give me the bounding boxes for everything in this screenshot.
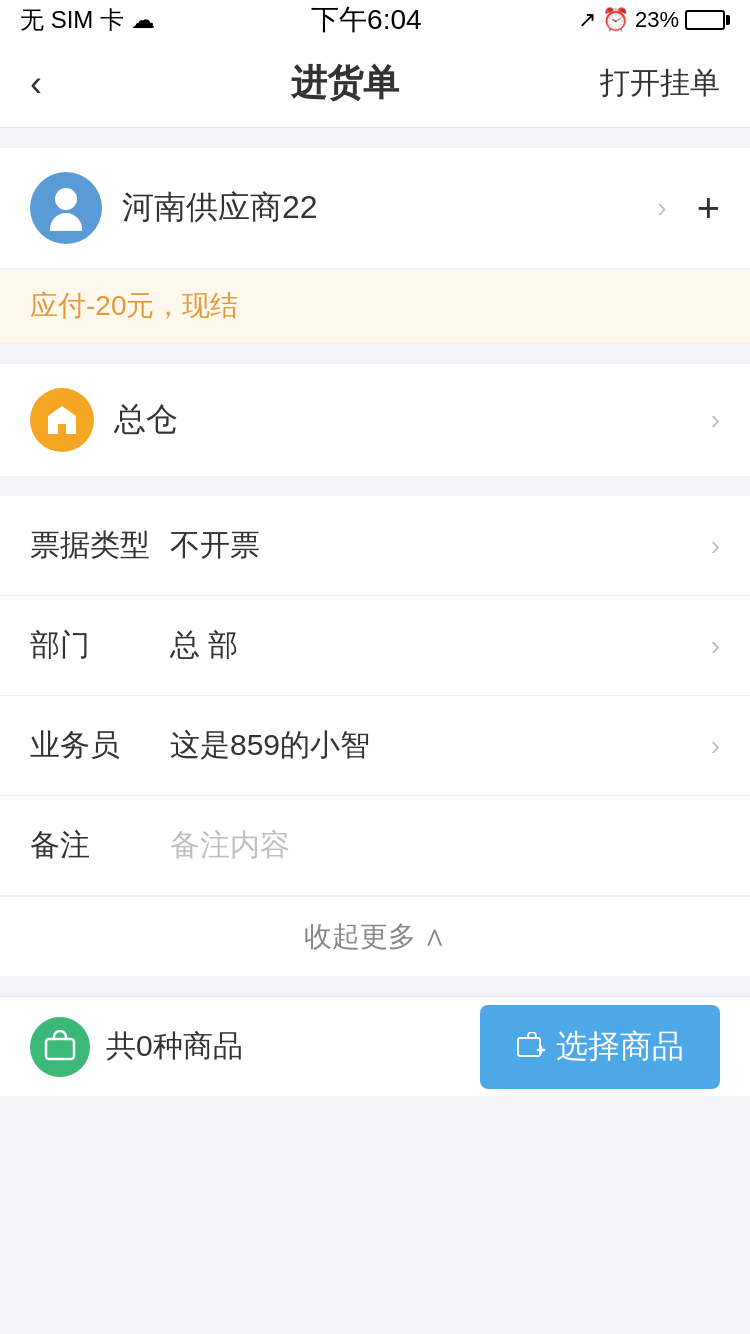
department-row[interactable]: 部门 总 部 ›: [0, 596, 750, 696]
warehouse-name: 总仓: [114, 398, 711, 442]
ticket-type-label: 票据类型: [30, 525, 150, 566]
warehouse-arrow-icon: ›: [711, 404, 720, 436]
supplier-row[interactable]: 河南供应商22 › +: [0, 148, 750, 269]
remark-row[interactable]: 备注 备注内容: [0, 796, 750, 896]
select-product-icon: [516, 1032, 546, 1062]
nav-bar: ‹ 进货单 打开挂单: [0, 40, 750, 128]
notice-banner: 应付-20元，现结: [0, 269, 750, 343]
select-product-button[interactable]: 选择商品: [480, 1005, 720, 1089]
section-gap-top: [0, 128, 750, 148]
supplier-avatar: [30, 172, 102, 244]
department-label: 部门: [30, 625, 150, 666]
status-time: 下午6:04: [311, 1, 422, 39]
sim-status: 无 SIM 卡 ☁: [20, 4, 155, 36]
department-arrow-icon: ›: [711, 630, 720, 662]
department-value: 总 部: [150, 625, 711, 666]
supplier-name: 河南供应商22: [122, 186, 657, 230]
footer-area: [0, 1096, 750, 1334]
page-title: 进货单: [291, 59, 399, 108]
add-supplier-button[interactable]: +: [697, 188, 720, 228]
status-right: ↗ ⏰ 23%: [578, 7, 730, 33]
collapse-label: 收起更多 ∧: [304, 918, 447, 956]
open-pending-button[interactable]: 打开挂单: [600, 63, 720, 104]
form-section: 票据类型 不开票 › 部门 总 部 › 业务员 这是859的小智 › 备注 备注…: [0, 496, 750, 976]
status-left: 无 SIM 卡 ☁: [20, 4, 155, 36]
location-icon: ↗: [578, 7, 596, 33]
collapse-button[interactable]: 收起更多 ∧: [0, 896, 750, 976]
salesman-value: 这是859的小智: [150, 725, 711, 766]
cart-icon: [42, 1029, 78, 1065]
battery-icon: [685, 10, 730, 30]
svg-rect-1: [518, 1038, 540, 1056]
product-count-label: 共0种商品: [106, 1026, 480, 1067]
product-icon: [30, 1017, 90, 1077]
status-bar: 无 SIM 卡 ☁ 下午6:04 ↗ ⏰ 23%: [0, 0, 750, 40]
salesman-label: 业务员: [30, 725, 150, 766]
warehouse-row[interactable]: 总仓 ›: [0, 363, 750, 476]
avatar-person-icon: [46, 188, 86, 228]
warehouse-icon: [30, 388, 94, 452]
warehouse-svg-icon: [44, 402, 80, 438]
supplier-section: 河南供应商22 › + 应付-20元，现结: [0, 148, 750, 343]
ticket-type-row[interactable]: 票据类型 不开票 ›: [0, 496, 750, 596]
ticket-type-arrow-icon: ›: [711, 530, 720, 562]
ticket-type-value: 不开票: [150, 525, 711, 566]
supplier-arrow-icon: ›: [657, 192, 666, 224]
battery-percent: 23%: [635, 7, 679, 33]
select-product-label: 选择商品: [556, 1025, 684, 1069]
back-button[interactable]: ‹: [30, 63, 90, 105]
salesman-arrow-icon: ›: [711, 730, 720, 762]
remark-label: 备注: [30, 825, 150, 866]
bottom-bar: 共0种商品 选择商品: [0, 996, 750, 1096]
salesman-row[interactable]: 业务员 这是859的小智 ›: [0, 696, 750, 796]
remark-input[interactable]: 备注内容: [150, 825, 720, 866]
alarm-icon: ⏰: [602, 7, 629, 33]
svg-rect-0: [46, 1039, 74, 1059]
